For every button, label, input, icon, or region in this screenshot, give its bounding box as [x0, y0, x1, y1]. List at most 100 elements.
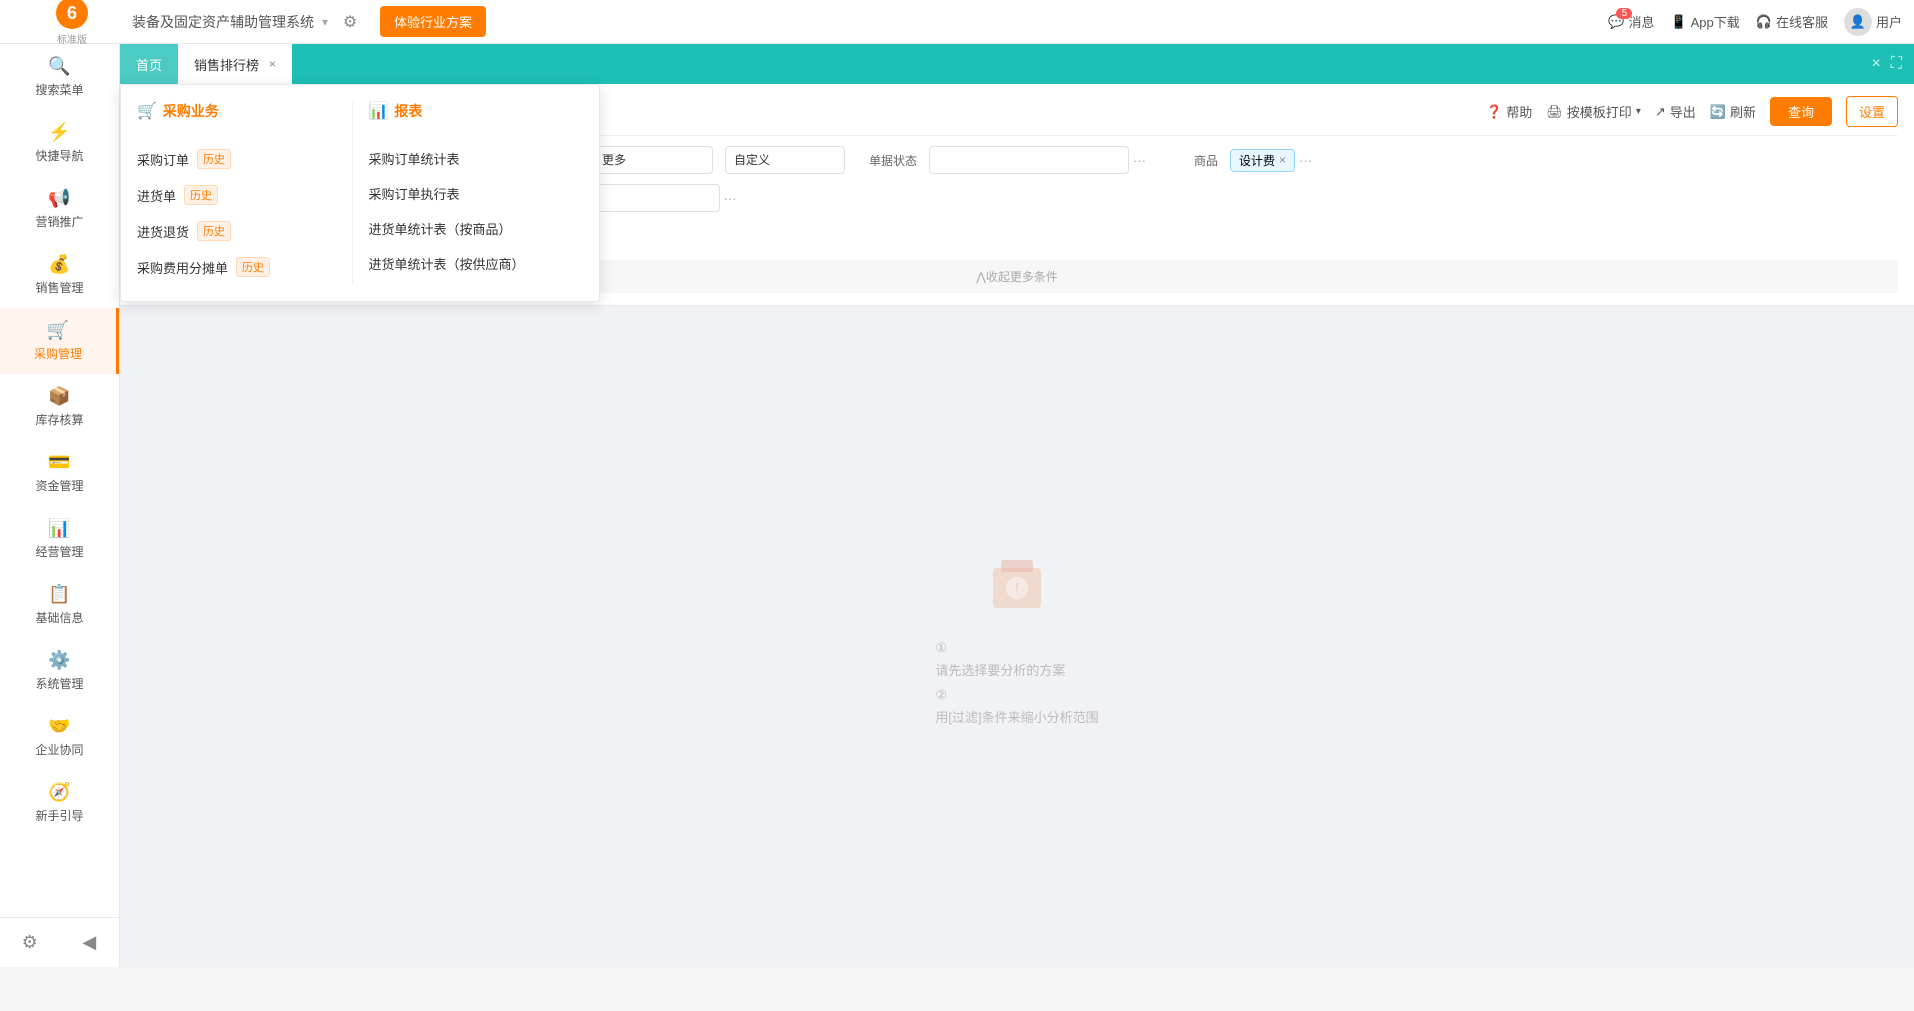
avatar-icon: 👤 — [1850, 14, 1866, 30]
tab-close-icon[interactable]: × — [269, 57, 276, 71]
avatar: 👤 — [1844, 8, 1872, 36]
sidebar-label-marketing: 营销推广 — [35, 213, 83, 230]
sidebar-item-system[interactable]: ⚙️ 系统管理 — [0, 638, 119, 704]
sidebar-label-operation: 经营管理 — [35, 543, 83, 560]
phone-icon: 📱 — [1670, 14, 1686, 30]
settings-button[interactable]: 设置 — [1846, 96, 1898, 127]
purchase-dropdown-menu: 🛒 采购业务 采购订单 历史 进货单 历史 进货退货 历史 采购费用分摊单 历史… — [120, 84, 600, 302]
dropdown-item-inbound[interactable]: 进货单 历史 — [137, 177, 352, 213]
tab-close-all-icon[interactable]: × — [1871, 55, 1880, 73]
system-settings-icon[interactable]: ⚙ — [336, 8, 364, 36]
sidebar-settings-btn[interactable]: ⚙ — [0, 926, 60, 959]
tab-fullscreen-icon[interactable]: ⛶ — [1891, 55, 1902, 73]
logo-subtitle: 标准版 — [57, 31, 87, 46]
message-icon-wrapper: 💬 5 — [1608, 14, 1624, 30]
purchase-col-icon: 🛒 — [137, 101, 157, 121]
status-label: 单据状态 — [857, 152, 917, 169]
print-icon: 🖨 — [1546, 104, 1563, 120]
search-icon: 🔍 — [48, 56, 70, 77]
top-right-area: 💬 5 消息 📱 App下载 🎧 在线客服 👤 用户 — [1608, 8, 1902, 36]
sidebar-item-enterprise[interactable]: 🤝 企业协同 — [0, 704, 119, 770]
export-icon: ↗ — [1655, 104, 1666, 120]
help-label: 帮助 — [1506, 102, 1532, 121]
wallet-icon: 💳 — [48, 452, 70, 473]
dropdown-item-purchase-order-stats[interactable]: 采购订单统计表 — [369, 141, 584, 176]
expense-label: 采购费用分摊单 — [137, 258, 228, 277]
date-more[interactable]: 更多 — [593, 146, 713, 174]
empty-tip-2: ② 用[过滤]条件来缩小分析范围 — [935, 683, 1098, 730]
sidebar-item-sales[interactable]: 💰 销售管理 — [0, 242, 119, 308]
compass-icon: 🧭 — [48, 782, 70, 803]
dropdown-item-purchase-order-exec[interactable]: 采购订单执行表 — [369, 176, 584, 211]
sidebar-item-finance[interactable]: 💳 资金管理 — [0, 440, 119, 506]
message-item[interactable]: 💬 5 消息 — [1608, 12, 1654, 31]
sidebar-item-basic[interactable]: 📋 基础信息 — [0, 572, 119, 638]
dropdown-arrow-icon[interactable]: ▾ — [322, 15, 328, 29]
empty-tip-1: ① 请先选择要分析的方案 — [935, 636, 1098, 683]
dropdown-col-purchase: 🛒 采购业务 采购订单 历史 进货单 历史 进货退货 历史 采购费用分摊单 历史 — [137, 101, 352, 285]
refresh-icon: 🔄 — [1710, 104, 1726, 120]
sidebar-item-quick[interactable]: ⚡ 快捷导航 — [0, 110, 119, 176]
handshake-icon: 🤝 — [48, 716, 70, 737]
online-service-item[interactable]: 🎧 在线客服 — [1756, 12, 1828, 31]
sidebar-item-purchase[interactable]: 🛒 采购管理 — [0, 308, 119, 374]
status-input[interactable] — [929, 146, 1129, 174]
collapse-label: 收起更多条件 — [986, 268, 1058, 285]
dropdown-item-inbound-stats-supplier[interactable]: 进货单统计表（按供应商） — [369, 246, 584, 281]
return-label: 进货退货 — [137, 222, 189, 241]
headset-icon: 🎧 — [1756, 14, 1772, 30]
refresh-button[interactable]: 🔄 刷新 — [1710, 102, 1756, 121]
purchase-order-stats-label: 采购订单统计表 — [369, 149, 460, 168]
goods-tag: 设计费 × — [1230, 149, 1295, 172]
date-custom[interactable]: 自定义 — [725, 146, 845, 174]
search-button[interactable]: 查询 — [1770, 97, 1832, 126]
system-title-text: 装备及固定资产辅助管理系统 — [132, 12, 314, 32]
app-logo: 6 — [56, 0, 88, 29]
inbound-history-tag: 历史 — [184, 185, 218, 205]
template-print-button[interactable]: 🖨 按模板打印 ▾ — [1546, 102, 1641, 121]
empty-state: ! ① 请先选择要分析的方案 ② 用[过滤]条件来缩小分析范围 — [120, 306, 1914, 967]
sidebar-collapse-btn[interactable]: ◀ — [60, 926, 120, 959]
dropdown-item-return[interactable]: 进货退货 历史 — [137, 213, 352, 249]
tab-sales-rank[interactable]: 销售排行榜 × — [178, 44, 292, 84]
report-col-icon: 📊 — [369, 101, 389, 121]
empty-illustration: ! — [977, 544, 1057, 624]
gear-icon: ⚙️ — [48, 650, 70, 671]
sidebar-item-operation[interactable]: 📊 经营管理 — [0, 506, 119, 572]
app-download-item[interactable]: 📱 App下载 — [1670, 12, 1739, 31]
goods-tag-close[interactable]: × — [1279, 153, 1286, 167]
status-select-wrapper: ··· — [929, 146, 1146, 174]
dropdown-item-inbound-stats-goods[interactable]: 进货单统计表（按商品） — [369, 211, 584, 246]
tabs-right: × ⛶ — [1859, 44, 1914, 84]
collapse-icon: ⋀ — [976, 270, 986, 284]
sidebar-label-inventory: 库存核算 — [35, 411, 83, 428]
purchase-order-exec-label: 采购订单执行表 — [369, 184, 460, 203]
dropdown-item-expense[interactable]: 采购费用分摊单 历史 — [137, 249, 352, 285]
dropdown-col2-label: 报表 — [394, 101, 422, 121]
dropdown-item-purchase-order[interactable]: 采购订单 历史 — [137, 141, 352, 177]
tab-home[interactable]: 首页 — [120, 44, 178, 84]
sidebar-label-finance: 资金管理 — [35, 477, 83, 494]
tab-home-label: 首页 — [136, 55, 162, 74]
clipboard-icon: 📋 — [48, 584, 70, 605]
sidebar-item-guide[interactable]: 🧭 新手引导 — [0, 770, 119, 836]
inbound-stats-supplier-label: 进货单统计表（按供应商） — [369, 254, 525, 273]
user-item[interactable]: 👤 用户 — [1844, 8, 1902, 36]
sidebar-label-guide: 新手引导 — [35, 807, 83, 824]
sidebar-item-marketing[interactable]: 📢 营销推广 — [0, 176, 119, 242]
dropdown-col1-label: 采购业务 — [163, 101, 219, 121]
app-download-label: App下载 — [1691, 12, 1740, 31]
purchase-order-label: 采购订单 — [137, 150, 189, 169]
dropdown-col-report: 📊 报表 采购订单统计表 采购订单执行表 进货单统计表（按商品） 进货单统计表（… — [352, 101, 584, 285]
sidebar-item-inventory[interactable]: 📦 库存核算 — [0, 374, 119, 440]
help-button[interactable]: ❓ 帮助 — [1486, 102, 1532, 121]
refresh-label: 刷新 — [1730, 102, 1756, 121]
industry-button[interactable]: 体验行业方案 — [380, 6, 486, 37]
dropdown-col2-title: 📊 报表 — [369, 101, 584, 129]
user-label: 用户 — [1876, 12, 1902, 31]
sidebar-item-search[interactable]: 🔍 搜索菜单 — [0, 44, 119, 110]
message-label: 消息 — [1628, 12, 1654, 31]
export-button[interactable]: ↗ 导出 — [1655, 102, 1696, 121]
money-icon: 💰 — [48, 254, 70, 275]
tabs-bar: 首页 销售排行榜 × × ⛶ — [120, 44, 1914, 84]
